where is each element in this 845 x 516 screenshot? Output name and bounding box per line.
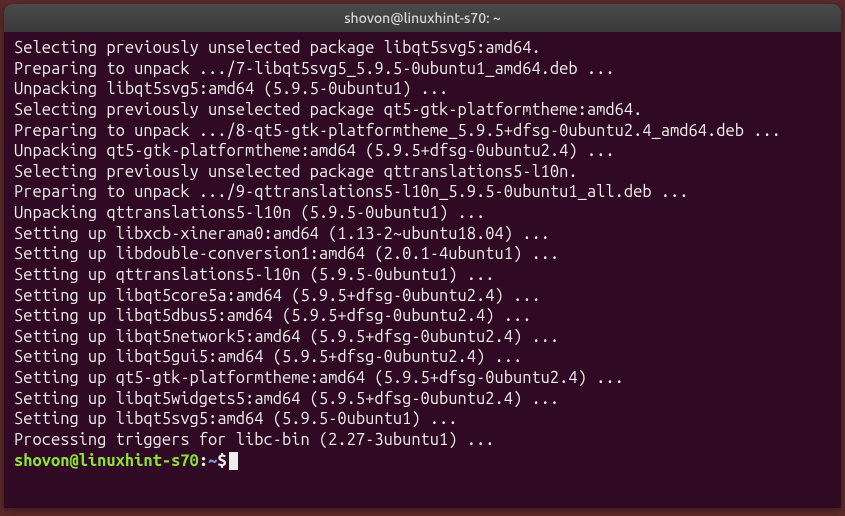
cursor-icon bbox=[229, 452, 238, 470]
output-line: Setting up libqt5network5:amd64 (5.9.5+d… bbox=[14, 327, 831, 348]
prompt-path: ~ bbox=[208, 451, 217, 472]
output-line: Preparing to unpack .../7-libqt5svg5_5.9… bbox=[14, 59, 831, 80]
output-line: Processing triggers for libc-bin (2.27-3… bbox=[14, 430, 831, 451]
output-line: Selecting previously unselected package … bbox=[14, 162, 831, 183]
output-line: Setting up libqt5widgets5:amd64 (5.9.5+d… bbox=[14, 389, 831, 410]
window-title: shovon@linuxhint-s70: ~ bbox=[344, 10, 501, 26]
prompt-dollar: $ bbox=[217, 451, 226, 472]
terminal-window: shovon@linuxhint-s70: ~ Selecting previo… bbox=[4, 4, 841, 508]
output-line: Setting up libqt5svg5:amd64 (5.9.5-0ubun… bbox=[14, 409, 831, 430]
output-line: Unpacking qttranslations5-l10n (5.9.5-0u… bbox=[14, 203, 831, 224]
output-line: Setting up libqt5dbus5:amd64 (5.9.5+dfsg… bbox=[14, 306, 831, 327]
output-line: Setting up libxcb-xinerama0:amd64 (1.13-… bbox=[14, 224, 831, 245]
output-line: Setting up libqt5core5a:amd64 (5.9.5+dfs… bbox=[14, 286, 831, 307]
output-line: Unpacking libqt5svg5:amd64 (5.9.5-0ubunt… bbox=[14, 79, 831, 100]
output-line: Setting up libdouble-conversion1:amd64 (… bbox=[14, 244, 831, 265]
output-line: Setting up libqt5gui5:amd64 (5.9.5+dfsg-… bbox=[14, 347, 831, 368]
output-line: Setting up qt5-gtk-platformtheme:amd64 (… bbox=[14, 368, 831, 389]
output-line: Selecting previously unselected package … bbox=[14, 38, 831, 59]
output-line: Unpacking qt5-gtk-platformtheme:amd64 (5… bbox=[14, 141, 831, 162]
prompt-colon: : bbox=[199, 451, 208, 472]
prompt-user-host: shovon@linuxhint-s70 bbox=[14, 451, 199, 472]
prompt-line[interactable]: shovon@linuxhint-s70:~$ bbox=[14, 451, 831, 472]
titlebar[interactable]: shovon@linuxhint-s70: ~ bbox=[4, 4, 841, 32]
output-line: Preparing to unpack .../8-qt5-gtk-platfo… bbox=[14, 121, 831, 142]
output-line: Selecting previously unselected package … bbox=[14, 100, 831, 121]
terminal-body[interactable]: Selecting previously unselected package … bbox=[4, 32, 841, 508]
output-line: Preparing to unpack .../9-qttranslations… bbox=[14, 182, 831, 203]
output-line: Setting up qttranslations5-l10n (5.9.5-0… bbox=[14, 265, 831, 286]
